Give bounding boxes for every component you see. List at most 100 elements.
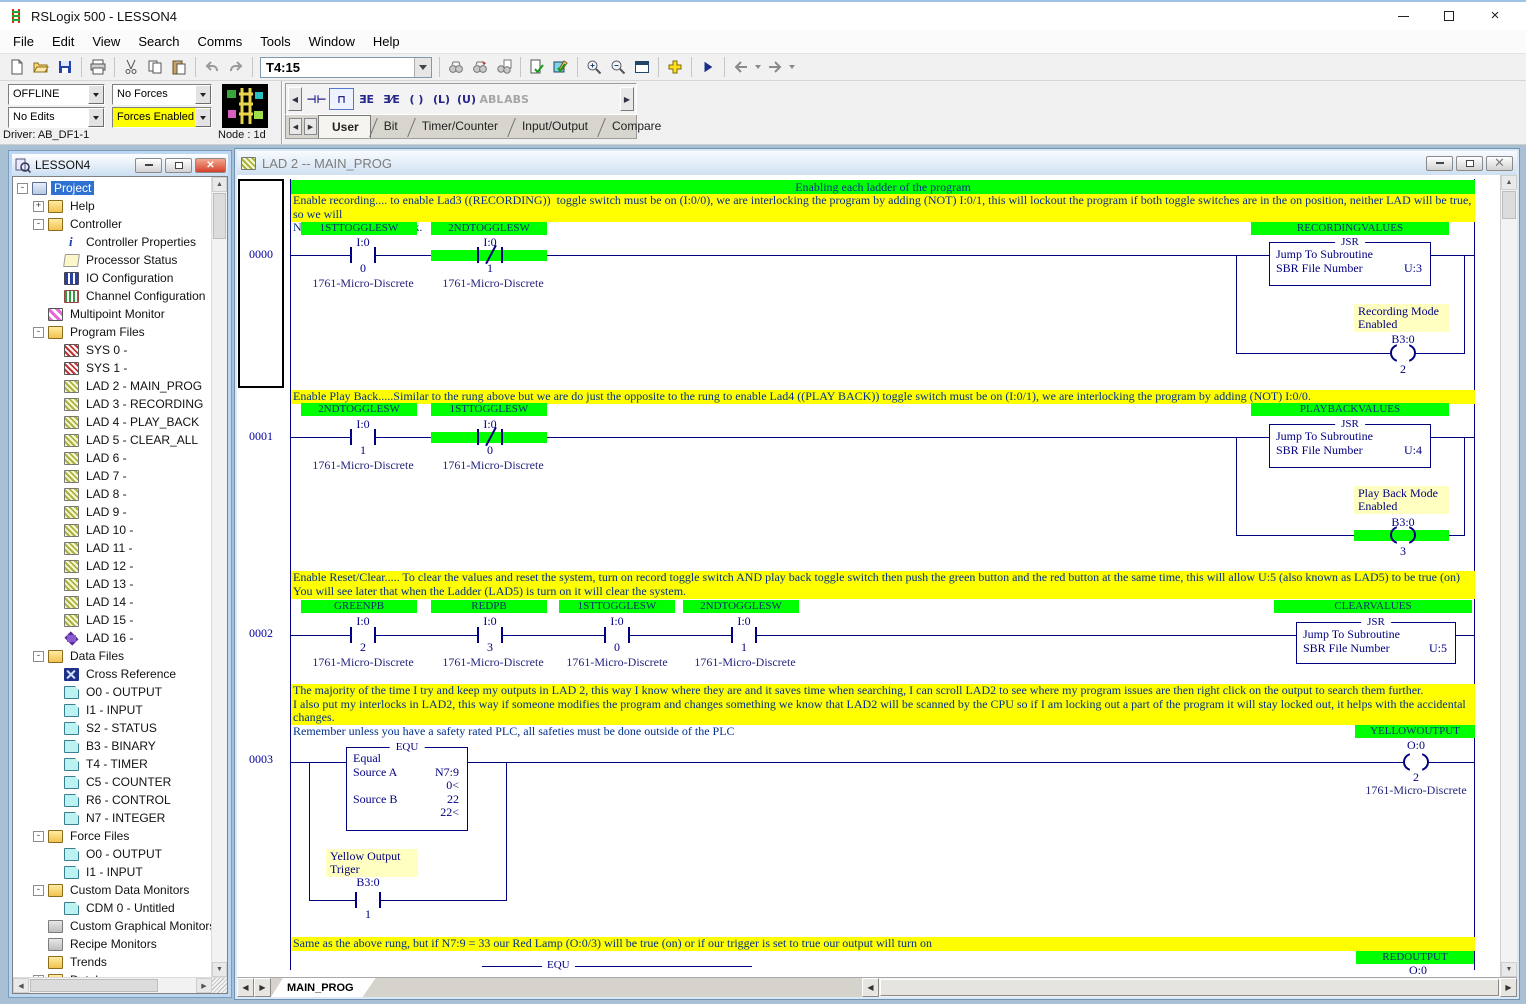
cut-button[interactable] (119, 55, 143, 79)
scroll-thumb[interactable] (1502, 191, 1516, 219)
tree-horizontal-scrollbar[interactable]: ◀ ▶ (13, 977, 227, 993)
address-combo[interactable]: T4:15 (260, 57, 432, 78)
tree-item-label[interactable]: LAD 6 - (83, 451, 130, 465)
scroll-thumb[interactable] (213, 193, 226, 239)
tree-expander[interactable]: - (33, 327, 44, 338)
tabs-scroll-right[interactable]: ▶ (304, 118, 317, 135)
jsr-box[interactable]: JSR Jump To Subroutine SBR File NumberU:… (1269, 424, 1431, 468)
scroll-left-arrow[interactable]: ◀ (862, 978, 879, 997)
forces-enabled-select[interactable]: Forces Enabled (112, 107, 212, 128)
tree-item-label[interactable]: IO Configuration (83, 271, 176, 285)
tree-expander[interactable]: - (33, 885, 44, 896)
coil-bit[interactable]: 2 (1373, 363, 1433, 376)
tree-item-label[interactable]: I1 - INPUT (83, 865, 146, 879)
forward-dropdown[interactable] (787, 62, 797, 72)
mode-dropdown[interactable] (88, 85, 104, 104)
tree-item-label[interactable]: LAD 9 - (83, 505, 130, 519)
tree-item[interactable]: Cross Reference (13, 665, 211, 683)
print-button[interactable] (86, 55, 110, 79)
tab-scroll-right[interactable]: ▶ (254, 978, 271, 997)
scroll-track[interactable] (1501, 220, 1517, 962)
back-dropdown[interactable] (753, 62, 763, 72)
instruction-description[interactable]: PLAYBACKVALUES (1251, 403, 1449, 416)
ote-coil[interactable] (1390, 527, 1416, 543)
tree-expander[interactable]: - (33, 651, 44, 662)
tree-item-label[interactable]: R6 - CONTROL (83, 793, 174, 807)
jsr-box[interactable]: JSR Jump To Subroutine SBR File NumberU:… (1296, 622, 1456, 664)
tree-item-label[interactable]: Program Files (67, 325, 148, 339)
instruction-button[interactable]: (U) (454, 88, 479, 110)
equ-box[interactable]: EQU Equal Source AN7:9 0< Source B22 22< (346, 747, 468, 831)
back-button[interactable] (729, 55, 753, 79)
palette-tab[interactable]: User (318, 115, 371, 138)
instruction-button[interactable]: (L) (429, 88, 454, 110)
tree-item-label[interactable]: LAD 15 - (83, 613, 136, 627)
save-button[interactable] (53, 55, 77, 79)
tab-scroll-left[interactable]: ◀ (237, 978, 254, 997)
contact-bit[interactable]: 1 (338, 908, 398, 921)
tree-item-label[interactable]: Data Files (67, 649, 127, 663)
edits-dropdown[interactable] (88, 108, 104, 127)
tree-item[interactable]: Recipe Monitors (13, 935, 211, 953)
palette-scroll-left[interactable]: ◀ (288, 87, 302, 111)
tree-item-label[interactable]: Channel Configuration (83, 289, 208, 303)
tree-item-label[interactable]: CDM 0 - Untitled (83, 901, 178, 915)
instruction-button[interactable]: ⊓ (329, 88, 354, 110)
tree-item-label[interactable]: T4 - TIMER (83, 757, 151, 771)
zoom-out-button[interactable] (606, 55, 630, 79)
palette-tab[interactable]: Input/Output (509, 115, 599, 138)
coil-address[interactable]: O:0 (1388, 964, 1448, 977)
tree-item-label[interactable]: LAD 8 - (83, 487, 130, 501)
tree-item[interactable]: Channel Configuration (13, 287, 211, 305)
instruction-description[interactable]: 1STTOGGLESW (559, 600, 675, 613)
instruction-description[interactable]: CLEARVALUES (1274, 600, 1472, 613)
ladder-window-titlebar[interactable]: LAD 2 -- MAIN_PROG ✕ (237, 151, 1517, 175)
jsr-value[interactable]: U:5 (1429, 642, 1447, 656)
tree-item-label[interactable]: N7 - INTEGER (83, 811, 168, 825)
menu-item[interactable]: Help (364, 31, 409, 52)
tree-item[interactable]: - Controller (13, 215, 211, 233)
tree-item-label[interactable]: SYS 0 - (83, 343, 130, 357)
instruction-description[interactable]: 1STTOGGLESW (431, 403, 547, 416)
minimize-button[interactable] (1380, 4, 1426, 28)
open-file-button[interactable] (29, 55, 53, 79)
tree-vertical-scrollbar[interactable]: ▲ ▼ (211, 177, 227, 977)
rung-comment[interactable]: The majority of the time I try and keep … (291, 684, 1475, 725)
tree-item[interactable]: O0 - OUTPUT (13, 683, 211, 701)
page-title-banner[interactable]: Enabling each ladder of the program (291, 180, 1475, 194)
tree-item[interactable]: LAD 12 - (13, 557, 211, 575)
tree-item-label[interactable]: Trends (67, 955, 110, 969)
close-button[interactable]: × (1472, 4, 1518, 28)
contact-bit[interactable]: 0 (333, 262, 393, 275)
tree-item[interactable]: I1 - INPUT (13, 863, 211, 881)
instruction-button[interactable]: ABL (479, 88, 504, 110)
address-combo-value[interactable]: T4:15 (261, 58, 414, 77)
tree-item-label[interactable]: Custom Graphical Monitors (67, 919, 211, 933)
tree-item-label[interactable]: Controller (67, 217, 125, 231)
palette-tab[interactable]: Timer/Counter (409, 115, 509, 138)
ladder-restore-button[interactable] (1456, 156, 1483, 171)
contact-address[interactable]: B3:0 (338, 876, 398, 889)
tree-item-label[interactable]: Help (67, 199, 98, 213)
tree-item[interactable]: B3 - BINARY (13, 737, 211, 755)
rung-number[interactable]: 0001 (241, 429, 281, 444)
scroll-up-arrow[interactable]: ▲ (1501, 175, 1517, 190)
jsr-value[interactable]: U:4 (1404, 444, 1422, 458)
jsr-box[interactable]: JSR Jump To Subroutine SBR File NumberU:… (1269, 242, 1431, 286)
menu-item[interactable]: File (4, 31, 43, 52)
menu-item[interactable]: Search (129, 31, 188, 52)
rung-number[interactable]: 0000 (241, 247, 281, 262)
rung-comment[interactable]: Enable Play Back.....Similar to the rung… (291, 390, 1475, 404)
rung-comment[interactable]: Enable Reset/Clear..... To clear the val… (291, 571, 1475, 599)
tree-item[interactable]: C5 - COUNTER (13, 773, 211, 791)
selected-rung-box[interactable] (238, 179, 284, 388)
instruction-description[interactable]: 1STTOGGLESW (301, 222, 417, 235)
zoom-in-button[interactable] (582, 55, 606, 79)
contact-bit[interactable]: 1 (714, 641, 774, 654)
tree-item[interactable]: O0 - OUTPUT (13, 845, 211, 863)
tree-item[interactable]: T4 - TIMER (13, 755, 211, 773)
tree-item[interactable]: - Program Files (13, 323, 211, 341)
tree-item-label[interactable]: Recipe Monitors (67, 937, 160, 951)
tree-item[interactable]: LAD 5 - CLEAR_ALL (13, 431, 211, 449)
ladder-horizontal-scrollbar[interactable]: ◀ ▶ (862, 978, 1517, 997)
